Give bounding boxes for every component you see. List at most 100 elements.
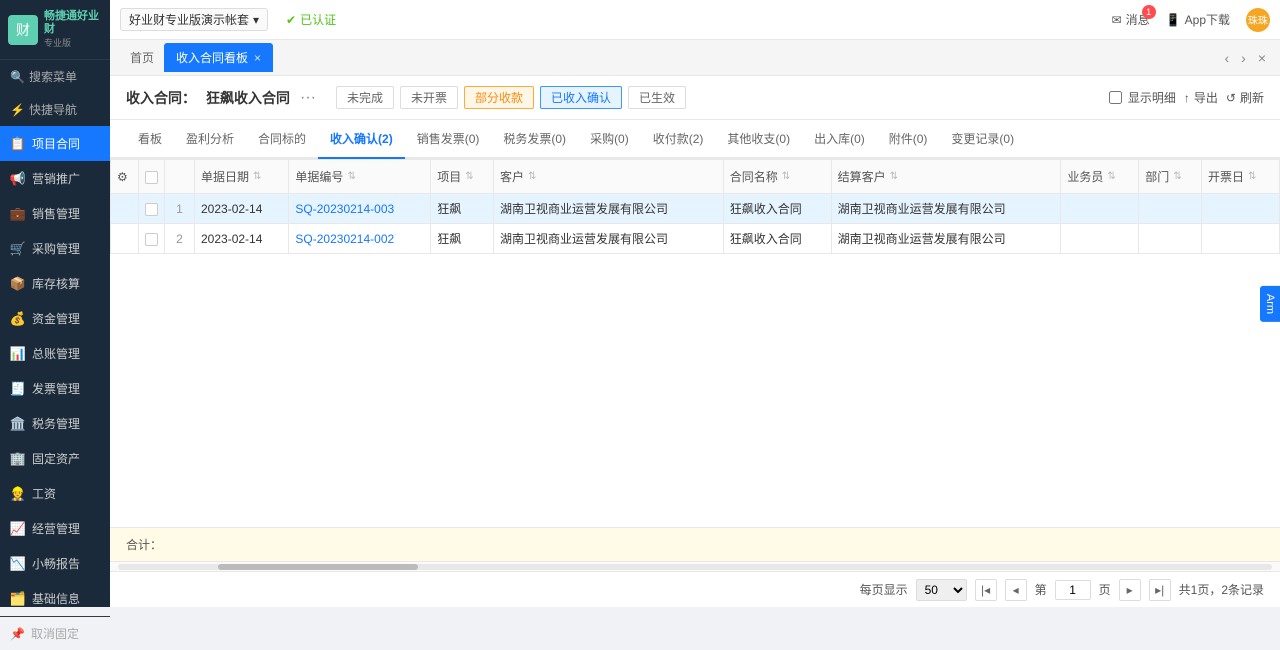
- inventory-icon: 📦: [10, 276, 26, 292]
- th-setting[interactable]: ⚙: [111, 160, 139, 194]
- sidebar-unpin[interactable]: 📌 取消固定: [0, 616, 110, 650]
- more-options-btn[interactable]: ···: [300, 89, 316, 107]
- company-name: 好业财专业版演示帐套: [129, 11, 249, 28]
- th-customer[interactable]: 客户⇅: [493, 160, 723, 194]
- td-dept: [1139, 194, 1202, 224]
- th-open-date[interactable]: 开票日⇅: [1202, 160, 1280, 194]
- refresh-btn[interactable]: ↺ 刷新: [1226, 89, 1264, 106]
- th-end-customer[interactable]: 结算客户⇅: [831, 160, 1061, 194]
- app-download-btn[interactable]: 📱 App下载: [1166, 11, 1230, 28]
- subtab-revenue-confirm[interactable]: 收入确认(2): [318, 120, 405, 159]
- subtab-tax-invoice[interactable]: 税务发票(0): [491, 120, 578, 159]
- scrollbar-track[interactable]: [118, 564, 1272, 570]
- sidebar-item-report[interactable]: 📉 小畅报告: [0, 546, 110, 581]
- th-project[interactable]: 项目⇅: [431, 160, 494, 194]
- pagination-last-btn[interactable]: ▸|: [1149, 579, 1171, 601]
- td-no: 1: [165, 194, 195, 224]
- sidebar-item-tax[interactable]: 🏛️ 税务管理: [0, 406, 110, 441]
- sidebar-item-invoice[interactable]: 🧾 发票管理: [0, 371, 110, 406]
- sidebar-item-base[interactable]: 🗂️ 基础信息: [0, 581, 110, 616]
- subtab-kanban[interactable]: 看板: [126, 120, 174, 159]
- export-icon: ↑: [1184, 91, 1190, 105]
- subtab-change-log[interactable]: 变更记录(0): [939, 120, 1026, 159]
- sidebar-item-purchase[interactable]: 🛒 采购管理: [0, 231, 110, 266]
- mobile-icon: 📱: [1166, 13, 1181, 27]
- show-detail-checkbox[interactable]: [1109, 91, 1122, 104]
- message-icon: ✉: [1112, 13, 1122, 27]
- row-checkbox[interactable]: [145, 233, 158, 246]
- select-all-checkbox[interactable]: [145, 171, 158, 184]
- horizontal-scrollbar[interactable]: [110, 561, 1280, 571]
- th-code[interactable]: 单据编号⇅: [289, 160, 431, 194]
- sidebar-item-assets[interactable]: 🏢 固定资产: [0, 441, 110, 476]
- code-link[interactable]: SQ-20230214-003: [295, 202, 394, 216]
- subtab-contract-items[interactable]: 合同标的: [246, 120, 318, 159]
- message-btn[interactable]: ✉ 消息 1: [1112, 11, 1150, 28]
- pagination-next-btn[interactable]: ▸: [1119, 579, 1141, 601]
- pagination-prev-btn[interactable]: ◂: [1005, 579, 1027, 601]
- sidebar-item-tax-label: 税务管理: [32, 415, 80, 432]
- pagination-first-btn[interactable]: |◂: [975, 579, 997, 601]
- sidebar-item-sales[interactable]: 💼 销售管理: [0, 196, 110, 231]
- td-setting: [111, 194, 139, 224]
- tab-prev-btn[interactable]: ‹: [1220, 48, 1233, 68]
- company-selector[interactable]: 好业财专业版演示帐套 ▾: [120, 8, 268, 31]
- status-uninvoiced[interactable]: 未开票: [400, 86, 458, 109]
- tab-next-btn[interactable]: ›: [1237, 48, 1250, 68]
- sidebar-item-project[interactable]: 📋 项目合同: [0, 126, 110, 161]
- status-effective[interactable]: 已生效: [628, 86, 686, 109]
- sidebar-item-marketing[interactable]: 📢 营销推广: [0, 161, 110, 196]
- th-dept[interactable]: 部门⇅: [1139, 160, 1202, 194]
- sidebar-item-quick[interactable]: ⚡ 快捷导航: [0, 93, 110, 126]
- sidebar-item-project-label: 项目合同: [32, 135, 80, 152]
- show-detail-toggle[interactable]: 显示明细: [1109, 89, 1176, 106]
- user-avatar-btn[interactable]: 珠珠: [1246, 8, 1270, 32]
- status-confirmed[interactable]: 已收入确认: [540, 86, 622, 109]
- tab-close-all-btn[interactable]: ×: [1254, 48, 1270, 68]
- export-btn[interactable]: ↑ 导出: [1184, 89, 1218, 106]
- th-checkbox[interactable]: [139, 160, 165, 194]
- tab-close-icon[interactable]: ×: [254, 51, 261, 65]
- row-checkbox[interactable]: [145, 203, 158, 216]
- th-contract[interactable]: 合同名称⇅: [723, 160, 831, 194]
- sidebar-item-sales-label: 销售管理: [32, 205, 80, 222]
- tab-active[interactable]: 收入合同看板 ×: [164, 43, 273, 72]
- subtab-payment[interactable]: 收付款(2): [641, 120, 716, 159]
- setting-icon[interactable]: ⚙: [117, 170, 128, 184]
- tab-home[interactable]: 首页: [120, 49, 164, 66]
- subtab-other[interactable]: 其他收支(0): [715, 120, 802, 159]
- scrollbar-thumb[interactable]: [218, 564, 418, 570]
- page-input[interactable]: [1055, 580, 1091, 600]
- subtab-purchase[interactable]: 采购(0): [578, 120, 641, 159]
- table-row[interactable]: 1 2023-02-14 SQ-20230214-003 狂飙 湖南卫视商业运营…: [111, 194, 1280, 224]
- tabbar: 首页 收入合同看板 × ‹ › ×: [110, 40, 1280, 76]
- subtab-sales-invoice[interactable]: 销售发票(0): [405, 120, 492, 159]
- subtab-attachment[interactable]: 附件(0): [877, 120, 940, 159]
- table-row[interactable]: 2 2023-02-14 SQ-20230214-002 狂飙 湖南卫视商业运营…: [111, 224, 1280, 254]
- status-incomplete[interactable]: 未完成: [336, 86, 394, 109]
- sidebar-item-mgmt[interactable]: 📈 经营管理: [0, 511, 110, 546]
- main-area: 好业财专业版演示帐套 ▾ ✔ 已认证 ✉ 消息 1 📱 App下载 珠珠: [110, 0, 1280, 607]
- code-link[interactable]: SQ-20230214-002: [295, 232, 394, 246]
- sidebar-item-ledger[interactable]: 📊 总账管理: [0, 336, 110, 371]
- td-contract: 狂飙收入合同: [723, 224, 831, 254]
- sidebar-item-inventory[interactable]: 📦 库存核算: [0, 266, 110, 301]
- logo-icon: 财: [8, 15, 38, 45]
- per-page-select[interactable]: 50 100 200: [916, 579, 967, 601]
- sidebar-item-payroll[interactable]: 👷 工资: [0, 476, 110, 511]
- td-code[interactable]: SQ-20230214-002: [289, 224, 431, 254]
- subtab-warehouse[interactable]: 出入库(0): [802, 120, 877, 159]
- td-cb[interactable]: [139, 224, 165, 254]
- status-partial[interactable]: 部分收款: [464, 86, 534, 109]
- sidebar-item-search[interactable]: 🔍 搜索菜单: [0, 60, 110, 93]
- td-salesman: [1061, 194, 1139, 224]
- export-label: 导出: [1194, 89, 1218, 106]
- th-date[interactable]: 单据日期⇅: [195, 160, 289, 194]
- td-code[interactable]: SQ-20230214-003: [289, 194, 431, 224]
- th-salesman[interactable]: 业务员⇅: [1061, 160, 1139, 194]
- td-cb[interactable]: [139, 194, 165, 224]
- subtab-profit[interactable]: 盈利分析: [174, 120, 246, 159]
- contract-name: 狂飙收入合同: [206, 88, 290, 108]
- sidebar-item-funds[interactable]: 💰 资金管理: [0, 301, 110, 336]
- arm-panel-btn[interactable]: Arm: [1260, 285, 1280, 321]
